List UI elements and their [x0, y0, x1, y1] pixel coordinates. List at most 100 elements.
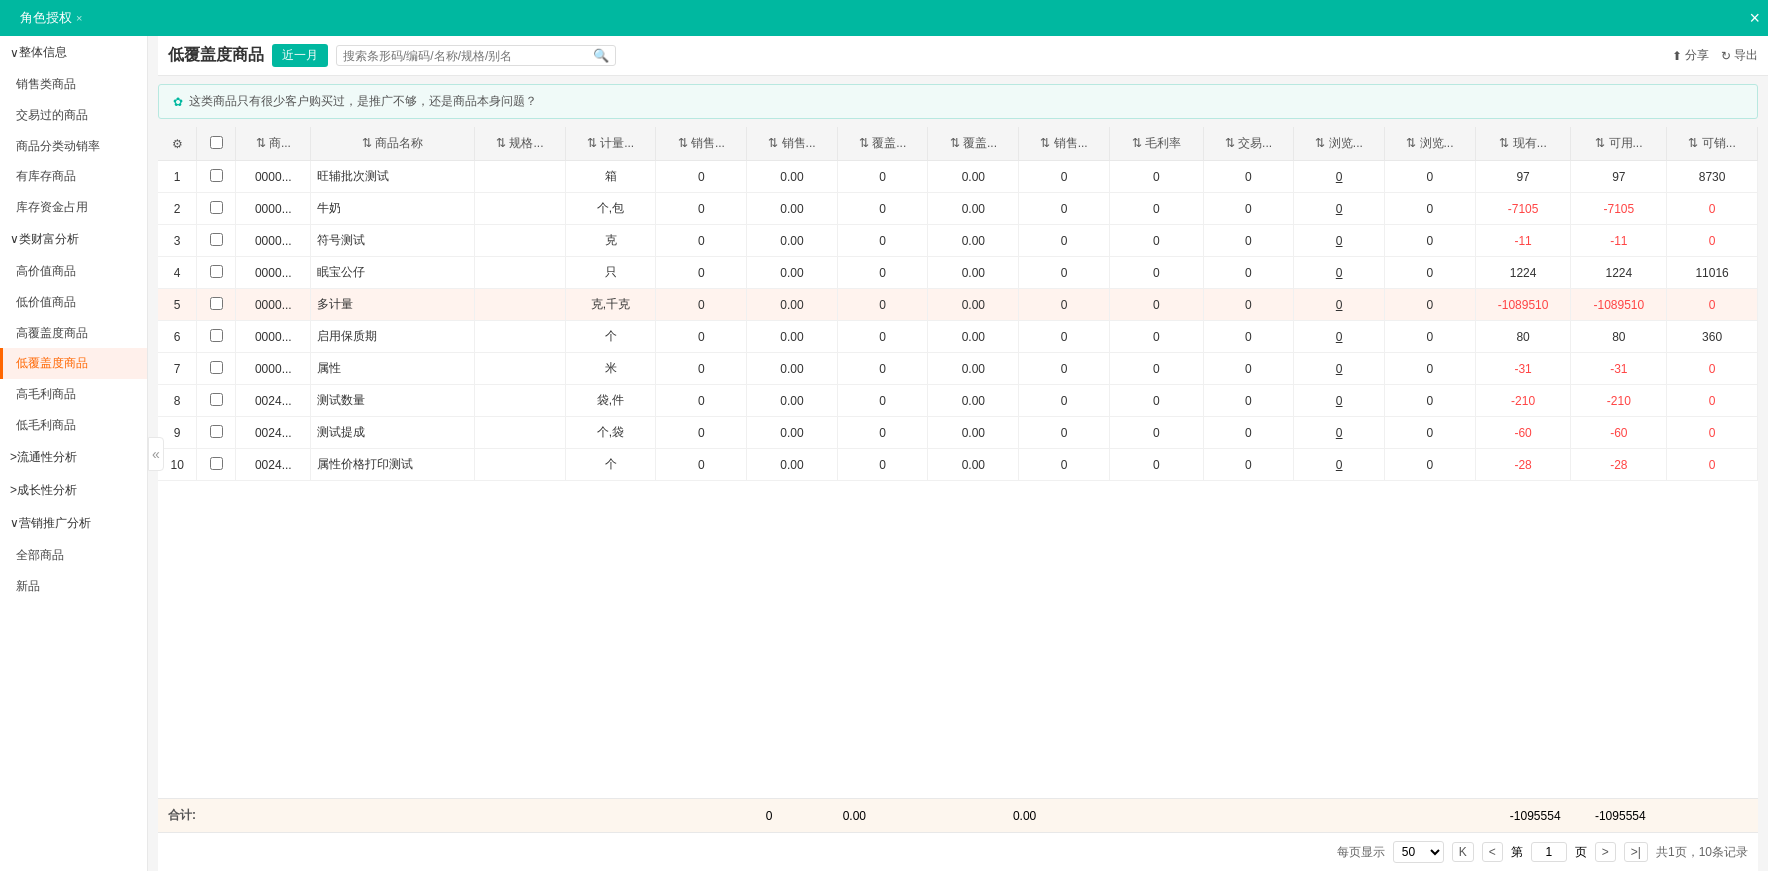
sidebar-item[interactable]: 低覆盖度商品 — [0, 348, 147, 379]
row-checkbox[interactable] — [210, 265, 223, 278]
table-cell: 0 — [656, 193, 747, 225]
next-page-button[interactable]: > — [1595, 842, 1616, 862]
sidebar-item[interactable]: 高价值商品 — [0, 256, 147, 287]
table-row: 30000...符号测试克00.0000.0000000-11-110 — [158, 225, 1758, 257]
table-cell — [197, 225, 236, 257]
table-cell: 0.00 — [747, 193, 838, 225]
row-checkbox[interactable] — [210, 201, 223, 214]
first-page-button[interactable]: K — [1452, 842, 1474, 862]
table-cell — [474, 193, 565, 225]
row-checkbox[interactable] — [210, 169, 223, 182]
settings-icon[interactable]: ⚙ — [172, 137, 183, 151]
sidebar-item[interactable]: 库存资金占用 — [0, 192, 147, 223]
sidebar-group-title[interactable]: > 成长性分析 — [0, 474, 147, 507]
table-col-browse1[interactable]: ⇅ 浏览... — [1294, 127, 1385, 161]
footer-coverage2: 0.00 — [982, 809, 1067, 823]
table-col-checkbox[interactable] — [197, 127, 236, 161]
browse-link[interactable]: 0 — [1336, 234, 1343, 248]
sidebar-collapse-button[interactable]: « — [148, 437, 164, 471]
table-cell: 0 — [1203, 257, 1294, 289]
table-cell: 0 — [837, 257, 928, 289]
table-cell: 0 — [1294, 417, 1385, 449]
table-col-spec[interactable]: ⇅ 规格... — [474, 127, 565, 161]
table-col-coverage2[interactable]: ⇅ 覆盖... — [928, 127, 1019, 161]
filter-button[interactable]: 近一月 — [272, 44, 328, 67]
table-cell: 0000... — [236, 289, 311, 321]
table-col-name[interactable]: ⇅ 商品名称 — [311, 127, 475, 161]
sidebar-item[interactable]: 销售类商品 — [0, 69, 147, 100]
sidebar-item[interactable]: 新品 — [0, 571, 147, 602]
table-col-browse2[interactable]: ⇅ 浏览... — [1385, 127, 1476, 161]
table-col-trade[interactable]: ⇅ 交易... — [1203, 127, 1294, 161]
table-cell — [474, 417, 565, 449]
browse-link[interactable]: 0 — [1336, 458, 1343, 472]
sidebar-group-title[interactable]: ∨ 整体信息 — [0, 36, 147, 69]
browse-link[interactable]: 0 — [1336, 170, 1343, 184]
browse-link[interactable]: 0 — [1336, 394, 1343, 408]
table-col-settings[interactable]: ⚙ — [158, 127, 197, 161]
row-checkbox[interactable] — [210, 297, 223, 310]
nav-item[interactable]: 角色授权 × — [8, 0, 120, 36]
row-checkbox[interactable] — [210, 329, 223, 342]
export-button[interactable]: ↻ 导出 — [1721, 47, 1758, 64]
table-col-unit[interactable]: ⇅ 计量... — [565, 127, 656, 161]
search-input[interactable] — [343, 49, 593, 63]
table-cell: 0 — [656, 449, 747, 481]
table-cell: 0 — [1294, 257, 1385, 289]
table-cell: -28 — [1571, 449, 1667, 481]
browse-link[interactable]: 0 — [1336, 202, 1343, 216]
table-col-sales3[interactable]: ⇅ 销售... — [1019, 127, 1110, 161]
sidebar: ∨ 整体信息销售类商品交易过的商品商品分类动销率有库存商品库存资金占用∨ 类财富… — [0, 36, 148, 871]
table-col-sales_amt[interactable]: ⇅ 销售... — [747, 127, 838, 161]
sidebar-item[interactable]: 低价值商品 — [0, 287, 147, 318]
share-button[interactable]: ⬆ 分享 — [1672, 47, 1709, 64]
table-col-current_stock[interactable]: ⇅ 现有... — [1475, 127, 1571, 161]
row-checkbox[interactable] — [210, 457, 223, 470]
table-cell: 启用保质期 — [311, 321, 475, 353]
row-checkbox[interactable] — [210, 233, 223, 246]
sidebar-group-title[interactable]: > 流通性分析 — [0, 441, 147, 474]
browse-link[interactable]: 0 — [1336, 362, 1343, 376]
table-cell: 0 — [1385, 161, 1476, 193]
prev-page-button[interactable]: < — [1482, 842, 1503, 862]
row-checkbox[interactable] — [210, 393, 223, 406]
page-size-select[interactable]: 5020100200 — [1393, 841, 1444, 863]
sidebar-item[interactable]: 交易过的商品 — [0, 100, 147, 131]
browse-link[interactable]: 0 — [1336, 298, 1343, 312]
table-col-available_stock[interactable]: ⇅ 可用... — [1571, 127, 1667, 161]
table-cell: -60 — [1571, 417, 1667, 449]
page-number-input[interactable] — [1531, 842, 1567, 862]
nav-close-icon[interactable]: × — [76, 12, 82, 24]
last-page-button[interactable]: >| — [1624, 842, 1648, 862]
row-checkbox[interactable] — [210, 361, 223, 374]
row-checkbox[interactable] — [210, 425, 223, 438]
table-wrapper[interactable]: ⚙⇅ 商...⇅ 商品名称⇅ 规格...⇅ 计量...⇅ 销售...⇅ 销售..… — [158, 127, 1758, 798]
browse-link[interactable]: 0 — [1336, 266, 1343, 280]
table-cell: 0 — [837, 193, 928, 225]
sidebar-item[interactable]: 高覆盖度商品 — [0, 318, 147, 349]
browse-link[interactable]: 0 — [1336, 330, 1343, 344]
sidebar-item[interactable]: 高毛利商品 — [0, 379, 147, 410]
table-col-sales_qty[interactable]: ⇅ 销售... — [656, 127, 747, 161]
sidebar-item[interactable]: 商品分类动销率 — [0, 131, 147, 162]
table-cell: 0 — [1667, 289, 1758, 321]
table-cell: 0 — [1385, 449, 1476, 481]
table-cell: 0.00 — [928, 161, 1019, 193]
sidebar-group-title[interactable]: ∨ 类财富分析 — [0, 223, 147, 256]
table-cell: 只 — [565, 257, 656, 289]
sidebar-group-title[interactable]: ∨ 营销推广分析 — [0, 507, 147, 540]
sidebar-item[interactable]: 低毛利商品 — [0, 410, 147, 441]
table-cell: 0 — [1667, 449, 1758, 481]
table-col-margin[interactable]: ⇅ 毛利率 — [1109, 127, 1203, 161]
table-col-code[interactable]: ⇅ 商... — [236, 127, 311, 161]
table-col-coverage1[interactable]: ⇅ 覆盖... — [837, 127, 928, 161]
sidebar-item[interactable]: 全部商品 — [0, 540, 147, 571]
browse-link[interactable]: 0 — [1336, 426, 1343, 440]
table-col-sellable[interactable]: ⇅ 可销... — [1667, 127, 1758, 161]
select-all-checkbox[interactable] — [210, 136, 223, 149]
window-close-button[interactable]: × — [1749, 9, 1760, 27]
table-cell: 个 — [565, 321, 656, 353]
table-cell: 11016 — [1667, 257, 1758, 289]
table-cell: 0 — [1109, 417, 1203, 449]
sidebar-item[interactable]: 有库存商品 — [0, 161, 147, 192]
